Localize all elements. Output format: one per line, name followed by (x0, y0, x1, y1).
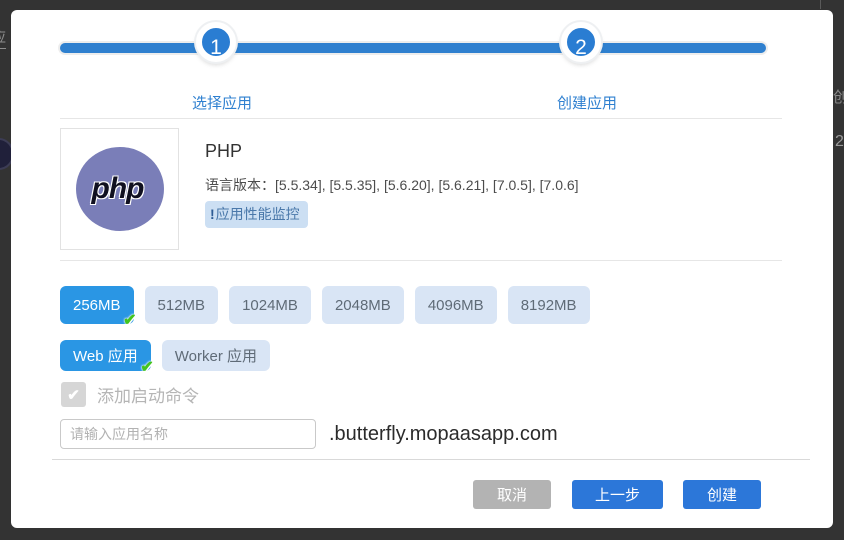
app-type-option-web[interactable]: Web 应用 ✔ (60, 340, 154, 376)
check-icon: ✔ (123, 312, 137, 329)
app-name-row: .butterfly.mopaasapp.com (60, 419, 558, 449)
step-1-circle[interactable]: 1 (196, 22, 236, 62)
php-logo-box: php (60, 128, 179, 250)
app-type-option-worker[interactable]: Worker 应用 (161, 340, 270, 371)
start-command-label: 添加启动命令 (97, 387, 199, 406)
php-logo-icon: php (75, 147, 164, 231)
exclamation-icon: ! (210, 206, 215, 222)
start-command-row: ✔ 添加启动命令 (61, 382, 199, 407)
step-1-label: 选择应用 (191, 95, 252, 112)
memory-option-label: 8192MB (520, 296, 577, 314)
divider (52, 459, 810, 460)
app-name-input[interactable] (60, 419, 316, 449)
memory-option-label: 4096MB (427, 296, 484, 314)
divider (60, 260, 782, 261)
app-language-versions: 语言版本：[5.5.34], [5.5.35], [5.6.20], [5.6.… (205, 177, 579, 193)
memory-option-label: 512MB (157, 296, 206, 314)
memory-option-2048mb[interactable]: 2048MB (321, 286, 404, 324)
start-command-checkbox[interactable]: ✔ (61, 382, 86, 407)
php-logo-text: php (91, 172, 145, 205)
create-app-modal: 1 2 选择应用 创建应用 php PHP 语言版本：[5.5.34], [5.… (11, 10, 833, 528)
memory-option-4096mb[interactable]: 4096MB (414, 286, 497, 324)
previous-step-button[interactable]: 上一步 (572, 480, 663, 509)
create-button[interactable]: 创建 (683, 480, 761, 509)
app-type-option-label: Worker 应用 (174, 348, 257, 365)
app-type-options-row: Web 应用 ✔ Worker 应用 (60, 340, 270, 376)
memory-option-label: 1024MB (242, 296, 298, 314)
step-2-circle[interactable]: 2 (561, 22, 601, 62)
background-text-fragment: 应 (0, 27, 6, 49)
cancel-button[interactable]: 取消 (473, 480, 551, 509)
memory-option-512mb[interactable]: 512MB (144, 286, 219, 324)
step-2-label: 创建应用 (556, 95, 617, 112)
app-type-option-label: Web 应用 (73, 348, 138, 365)
memory-option-8192mb[interactable]: 8192MB (507, 286, 590, 324)
domain-suffix: .butterfly.mopaasapp.com (329, 422, 558, 445)
memory-option-256mb[interactable]: 256MB ✔ (60, 286, 137, 329)
check-icon: ✔ (140, 359, 154, 376)
memory-options-row: 256MB ✔ 512MB 1024MB 2048MB 4096MB 8192M… (60, 286, 590, 329)
memory-option-label: 2048MB (334, 296, 391, 314)
stepper-progress-bar (60, 43, 766, 53)
apm-badge-label: 应用性能监控 (215, 206, 300, 222)
apm-badge: !应用性能监控 (205, 201, 308, 228)
memory-option-label: 256MB (73, 296, 121, 314)
background-text-fragment: 创 (833, 89, 844, 106)
memory-option-1024mb[interactable]: 1024MB (229, 286, 311, 324)
app-title: PHP (205, 141, 243, 161)
background-text-fragment: 2 (835, 133, 844, 150)
background-divider-fragment (820, 0, 821, 9)
divider (60, 118, 782, 119)
